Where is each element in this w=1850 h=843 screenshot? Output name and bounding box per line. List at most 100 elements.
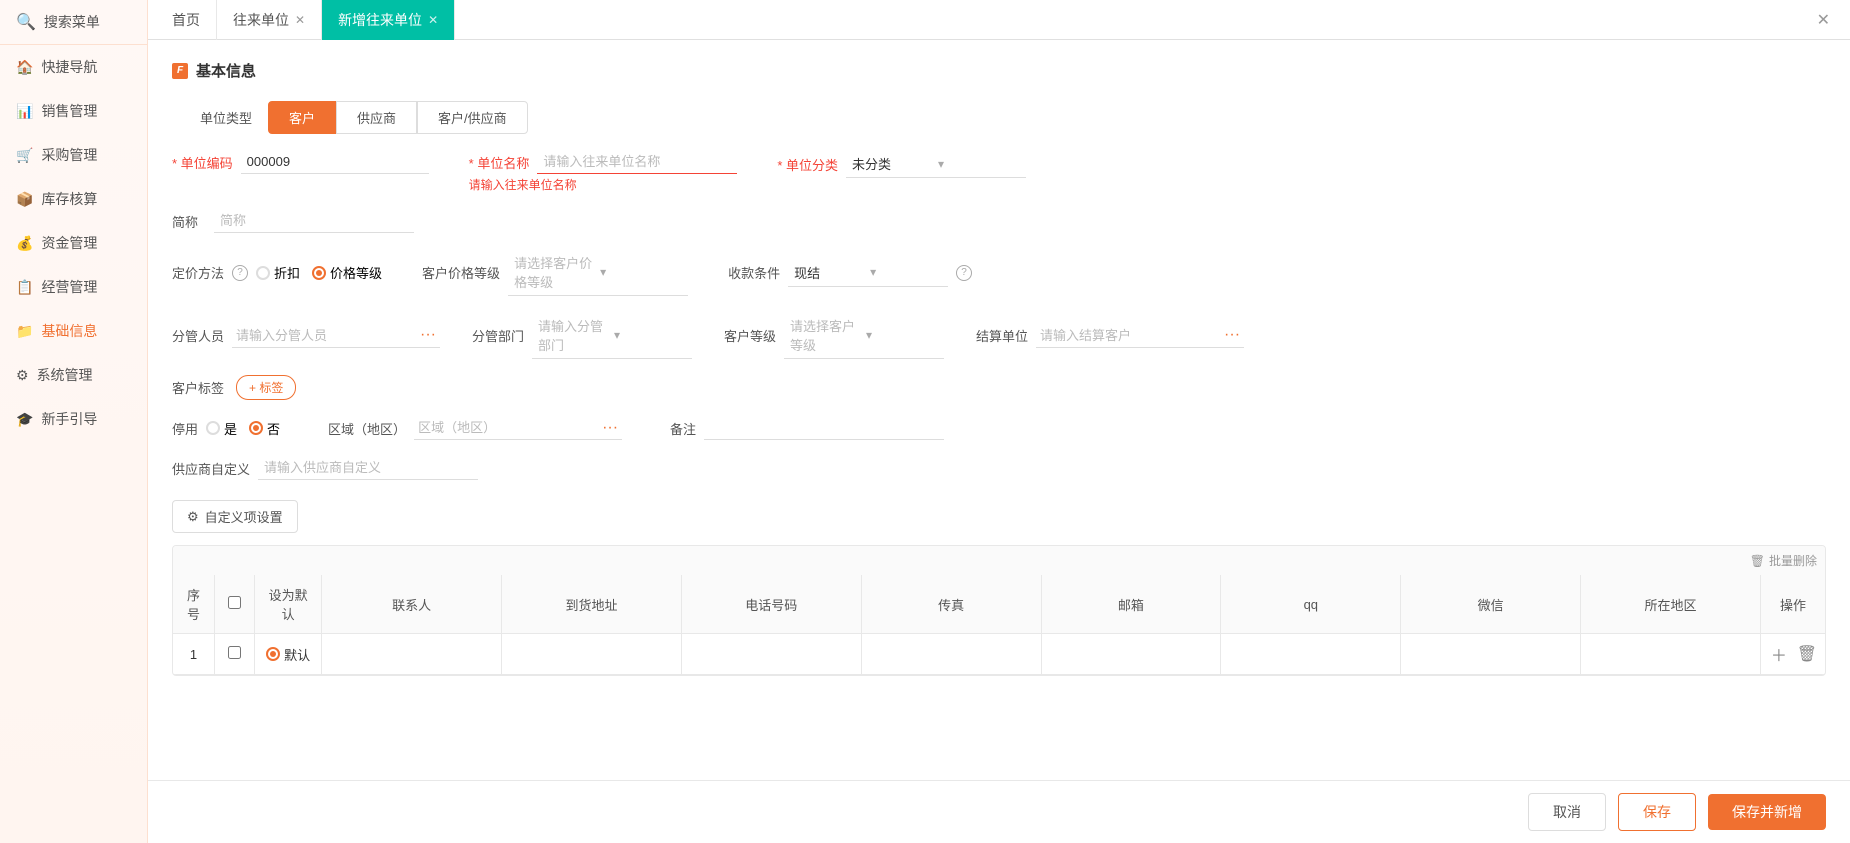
address-input[interactable] xyxy=(510,647,673,662)
stop-no-option[interactable]: 否 xyxy=(249,419,280,438)
col-qq: qq xyxy=(1221,575,1401,634)
cancel-button[interactable]: 取消 xyxy=(1528,793,1606,831)
supplier-custom-label: 供应商自定义 xyxy=(172,459,250,478)
dept-field-group: 分管部门 请输入分管部门 ▾ xyxy=(472,312,692,359)
sidebar-item-operations[interactable]: 📋 经营管理 xyxy=(0,265,147,309)
col-fax: 传真 xyxy=(861,575,1041,634)
cell-phone[interactable] xyxy=(681,634,861,675)
stop-yes-option[interactable]: 是 xyxy=(206,419,237,438)
sidebar-item-system[interactable]: ⚙ 系统管理 xyxy=(0,353,147,397)
cell-contact[interactable] xyxy=(322,634,502,675)
sidebar-item-sales[interactable]: 📊 销售管理 xyxy=(0,89,147,133)
form-area: F 基本信息 单位类型 客户 供应商 客户/供应商 * 单位编码 * 单位名称 xyxy=(148,40,1850,780)
cell-email[interactable] xyxy=(1041,634,1221,675)
pricing-discount-label: 折扣 xyxy=(274,263,300,282)
delete-row-button[interactable]: 🗑 xyxy=(1797,644,1817,664)
btn-type-supplier[interactable]: 供应商 xyxy=(336,101,417,134)
custom-settings-label: 自定义项设置 xyxy=(205,507,283,526)
tag-label: 客户标签 xyxy=(172,378,224,397)
section-title-text: 基本信息 xyxy=(196,60,256,81)
region-more-icon[interactable]: ··· xyxy=(598,419,622,437)
sidebar-item-guide[interactable]: 🎓 新手引导 xyxy=(0,397,147,441)
tab-contacts[interactable]: 往来单位 ✕ xyxy=(217,0,322,40)
payment-help-icon[interactable]: ? xyxy=(956,265,972,281)
tab-new-contact-label: 新增往来单位 xyxy=(338,10,422,30)
cell-qq[interactable] xyxy=(1221,634,1401,675)
remark-label: 备注 xyxy=(670,419,696,438)
name-input[interactable] xyxy=(537,150,737,174)
phone-input[interactable] xyxy=(690,647,853,662)
sidebar-item-home[interactable]: 🏠 快捷导航 xyxy=(0,45,147,89)
save-and-add-button[interactable]: 保存并新增 xyxy=(1708,794,1826,830)
email-input[interactable] xyxy=(1050,647,1213,662)
btn-type-customer[interactable]: 客户 xyxy=(268,101,336,134)
batch-delete-button[interactable]: 🗑 批量删除 xyxy=(1750,552,1817,569)
close-icon[interactable]: ✕ xyxy=(295,13,305,27)
price-level-placeholder: 请选择客户价格等级 xyxy=(514,253,596,291)
col-action: 操作 xyxy=(1760,575,1825,634)
remark-input[interactable] xyxy=(704,416,944,440)
row-checkbox[interactable] xyxy=(228,646,241,659)
add-tag-button[interactable]: + 标签 xyxy=(236,375,296,400)
sidebar-search-label: 搜索菜单 xyxy=(44,12,100,32)
sidebar-search[interactable]: 🔍 搜索菜单 xyxy=(0,0,147,45)
sidebar: 🔍 搜索菜单 🏠 快捷导航 📊 销售管理 🛒 采购管理 📦 库存核算 💰 资金管… xyxy=(0,0,148,843)
pricing-option-level[interactable]: 价格等级 xyxy=(312,263,382,282)
settlement-input[interactable] xyxy=(1036,324,1220,347)
save-button[interactable]: 保存 xyxy=(1618,793,1696,831)
close-window-button[interactable]: ✕ xyxy=(1805,10,1842,30)
stop-radio-group: 是 否 xyxy=(206,419,280,438)
cell-fax[interactable] xyxy=(861,634,1041,675)
payment-select[interactable]: 现结 ▾ xyxy=(788,259,948,287)
supplier-custom-input[interactable] xyxy=(258,456,478,480)
abbr-input[interactable] xyxy=(214,209,414,233)
cell-region[interactable] xyxy=(1581,634,1761,675)
wechat-input[interactable] xyxy=(1409,647,1572,662)
table-region-input[interactable] xyxy=(1589,647,1752,662)
batch-delete-icon: 🗑 xyxy=(1750,554,1765,568)
dept-select[interactable]: 请输入分管部门 ▾ xyxy=(532,312,692,359)
manager-more-icon[interactable]: ··· xyxy=(416,326,440,344)
code-input[interactable] xyxy=(241,150,429,174)
pricing-option-discount[interactable]: 折扣 xyxy=(256,263,300,282)
contact-input[interactable] xyxy=(330,647,493,662)
tab-home[interactable]: 首页 xyxy=(156,0,217,40)
btn-type-both[interactable]: 客户/供应商 xyxy=(417,101,528,134)
chevron-down-icon: ▾ xyxy=(614,328,686,342)
fax-input[interactable] xyxy=(870,647,1033,662)
sidebar-item-label: 经营管理 xyxy=(41,277,97,297)
category-field-group: * 单位分类 未分类 ▾ xyxy=(777,150,1026,178)
contact-table: 序号 设为默认 联系人 到货地址 电话号码 传真 邮箱 qq 微信 所在地区 xyxy=(173,575,1825,675)
tab-new-contact[interactable]: 新增往来单位 ✕ xyxy=(322,0,455,40)
dept-placeholder: 请输入分管部门 xyxy=(538,316,610,354)
sidebar-item-purchase[interactable]: 🛒 采购管理 xyxy=(0,133,147,177)
sidebar-item-inventory[interactable]: 📦 库存核算 xyxy=(0,177,147,221)
select-all-checkbox[interactable] xyxy=(228,596,241,609)
sidebar-item-finance[interactable]: 💰 资金管理 xyxy=(0,221,147,265)
stop-yes-label: 是 xyxy=(224,419,237,438)
sales-icon: 📊 xyxy=(16,103,33,120)
custom-settings-button[interactable]: ⚙ 自定义项设置 xyxy=(172,500,298,533)
pricing-level-label: 价格等级 xyxy=(330,263,382,282)
sidebar-item-basic-info[interactable]: 📁 基础信息 xyxy=(0,309,147,353)
qq-input[interactable] xyxy=(1229,647,1392,662)
tab-contacts-label: 往来单位 xyxy=(233,10,289,30)
cell-address[interactable] xyxy=(502,634,682,675)
customer-level-select[interactable]: 请选择客户等级 ▾ xyxy=(784,312,944,359)
manager-input[interactable] xyxy=(232,324,416,347)
price-level-select[interactable]: 请选择客户价格等级 ▾ xyxy=(508,249,688,296)
table-header: 🗑 批量删除 xyxy=(173,546,1825,575)
dept-label: 分管部门 xyxy=(472,326,524,345)
table-header-row: 序号 设为默认 联系人 到货地址 电话号码 传真 邮箱 qq 微信 所在地区 xyxy=(173,575,1825,634)
cell-wechat[interactable] xyxy=(1401,634,1581,675)
category-select[interactable]: 未分类 ▾ xyxy=(846,150,1026,178)
table-row: 1 默认 xyxy=(173,634,1825,675)
pricing-help-icon[interactable]: ? xyxy=(232,265,248,281)
close-icon[interactable]: ✕ xyxy=(428,13,438,27)
chevron-down-icon: ▾ xyxy=(938,157,1020,171)
region-input[interactable] xyxy=(414,416,598,439)
add-row-button[interactable]: ＋ xyxy=(1769,644,1789,664)
region-label: 区域（地区） xyxy=(328,419,406,438)
col-checkbox xyxy=(214,575,254,634)
settlement-more-icon[interactable]: ··· xyxy=(1220,326,1244,344)
